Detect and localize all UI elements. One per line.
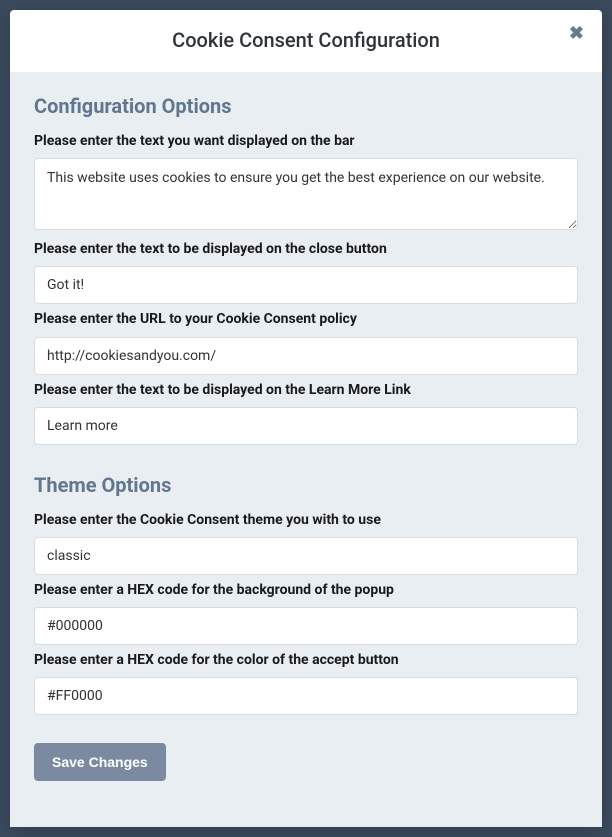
policy-url-label: Please enter the URL to your Cookie Cons… [34,310,578,328]
theme-name-label: Please enter the Cookie Consent theme yo… [34,511,578,529]
popup-bg-label: Please enter a HEX code for the backgrou… [34,581,578,599]
close-button-text-field-group: Please enter the text to be displayed on… [34,240,578,304]
theme-name-field-group: Please enter the Cookie Consent theme yo… [34,511,578,575]
theme-options-heading: Theme Options [34,473,578,497]
close-button-text-label: Please enter the text to be displayed on… [34,240,578,258]
accept-color-input[interactable] [34,677,578,715]
modal-header: Cookie Consent Configuration ✖ [10,10,602,72]
modal-title: Cookie Consent Configuration [30,28,582,52]
learn-more-text-input[interactable] [34,407,578,445]
configuration-options-heading: Configuration Options [34,94,578,118]
modal-body: Configuration Options Please enter the t… [10,72,602,827]
accept-color-field-group: Please enter a HEX code for the color of… [34,651,578,715]
close-button-text-input[interactable] [34,266,578,304]
bar-text-label: Please enter the text you want displayed… [34,132,578,150]
theme-name-input[interactable] [34,537,578,575]
close-icon[interactable]: ✖ [569,24,584,42]
learn-more-text-field-group: Please enter the text to be displayed on… [34,381,578,445]
popup-bg-input[interactable] [34,607,578,645]
popup-bg-field-group: Please enter a HEX code for the backgrou… [34,581,578,645]
bar-text-input[interactable] [34,158,578,230]
cookie-consent-config-modal: Cookie Consent Configuration ✖ Configura… [10,10,602,827]
save-changes-button[interactable]: Save Changes [34,743,166,781]
learn-more-text-label: Please enter the text to be displayed on… [34,381,578,399]
policy-url-field-group: Please enter the URL to your Cookie Cons… [34,310,578,374]
policy-url-input[interactable] [34,337,578,375]
accept-color-label: Please enter a HEX code for the color of… [34,651,578,669]
bar-text-field-group: Please enter the text you want displayed… [34,132,578,234]
